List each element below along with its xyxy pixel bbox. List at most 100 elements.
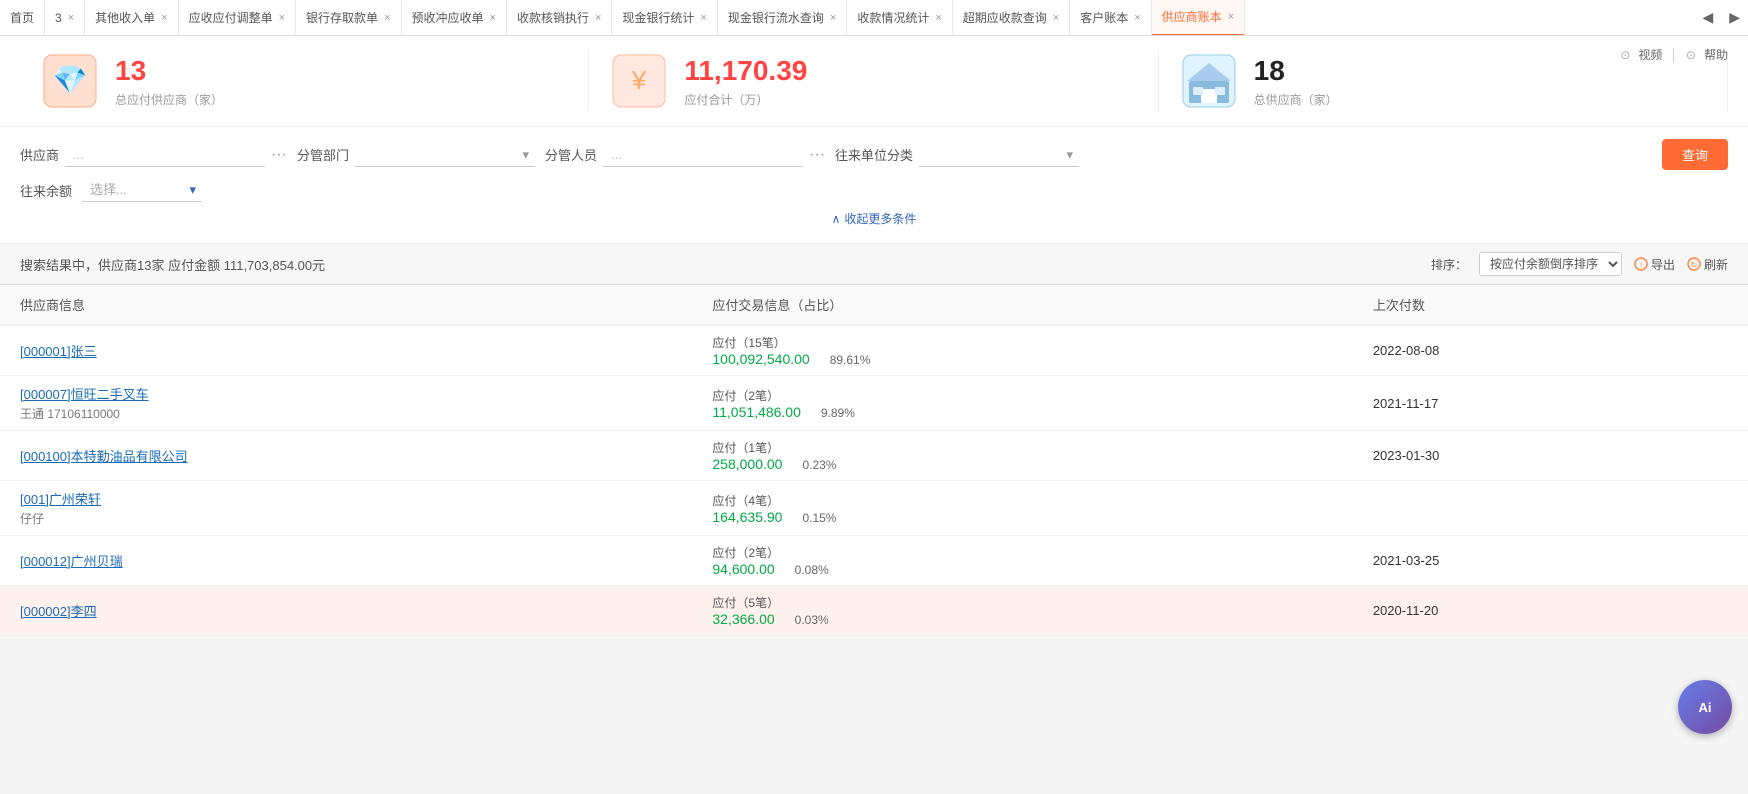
supplier-link[interactable]: [000012]广州贝瑞 — [20, 554, 123, 569]
close-icon[interactable]: × — [490, 12, 496, 24]
nav-tab-adjustment[interactable]: 应收应付调整单 × — [179, 0, 296, 36]
help-link[interactable]: 帮助 — [1704, 46, 1728, 63]
nav-next-arrow[interactable]: ▶ — [1721, 9, 1748, 26]
refresh-label: 刷新 — [1704, 256, 1728, 273]
nav-tab-collection[interactable]: 收款核销执行 × — [507, 0, 612, 36]
table-row: [000007]恒旺二手叉车王通 17106110000应付（2笔）11,051… — [0, 376, 1748, 431]
close-icon[interactable]: × — [1228, 11, 1234, 23]
close-icon[interactable]: × — [595, 12, 601, 24]
nav-tab-supplier-ledger[interactable]: 供应商账本 × — [1152, 0, 1245, 36]
supplier-dots-icon[interactable]: ··· — [271, 146, 287, 164]
svg-text:💎: 💎 — [53, 64, 88, 95]
nav-tab-customer-ledger[interactable]: 客户账本 × — [1070, 0, 1151, 36]
table-row: [000012]广州贝瑞应付（2笔）94,600.000.08%2021-03-… — [0, 536, 1748, 586]
supplier-cell: [000002]李四 — [0, 586, 692, 636]
nav-tab-bank[interactable]: 银行存取款单 × — [296, 0, 401, 36]
summary-content-total: 18 总供应商（家） — [1254, 55, 1338, 108]
supplier-input[interactable] — [65, 143, 265, 167]
txn-type-label: 应付 — [712, 336, 736, 350]
nav-tab-other-income[interactable]: 其他收入单 × — [85, 0, 178, 36]
supplier-link[interactable]: [001]广州荣轩 — [20, 492, 101, 507]
close-icon[interactable]: × — [1053, 12, 1059, 24]
top-right-links: ⊙ 视频 │ ⊙ 帮助 — [1620, 46, 1728, 63]
balance-select[interactable]: 选择... — [82, 178, 202, 202]
nav-tab-overdue[interactable]: 超期应收款查询 × — [953, 0, 1070, 36]
sort-select[interactable]: 按应付余额倒序排序 — [1479, 252, 1622, 276]
col-header-scroll — [1708, 285, 1748, 325]
supplier-link[interactable]: [000001]张三 — [20, 344, 97, 359]
category-filter: 往来单位分类 — [835, 143, 1079, 167]
txn-amount[interactable]: 11,051,486.00 — [712, 404, 801, 420]
supplier-filter: 供应商 ··· — [20, 143, 287, 167]
table-wrap: 供应商信息 应付交易信息（占比） 上次付数 [000001]张三应付（15笔）1… — [0, 285, 1748, 636]
category-filter-label: 往来单位分类 — [835, 145, 913, 164]
nav-tab-cashflow[interactable]: 现金银行流水查询 × — [718, 0, 847, 36]
close-icon[interactable]: × — [279, 12, 285, 24]
table-row: [000002]李四应付（5笔）32,366.000.03%2020-11-20 — [0, 586, 1748, 636]
nav-tab-cashbank-stat[interactable]: 现金银行统计 × — [612, 0, 717, 36]
nav-tab-prepay[interactable]: 预收冲应收单 × — [402, 0, 507, 36]
txn-cell: 应付（2笔）11,051,486.009.89% — [692, 376, 1352, 431]
person-dots-icon[interactable]: ··· — [809, 146, 825, 164]
nav-tab-home[interactable]: 首页 — [0, 0, 45, 36]
txn-amount[interactable]: 32,366.00 — [712, 611, 774, 627]
close-icon[interactable]: × — [1134, 12, 1140, 24]
close-icon[interactable]: × — [161, 12, 167, 24]
summary-bar: 💎 13 总应付供应商（家） ¥ 11,170.39 应付合计（万） — [0, 36, 1748, 127]
txn-amount[interactable]: 100,092,540.00 — [712, 351, 809, 367]
supplier-sub-info: 王通 17106110000 — [20, 405, 672, 422]
col-header-lastpay: 上次付数 — [1353, 285, 1708, 325]
txn-type-label: 应付 — [712, 389, 736, 403]
result-summary-text: 搜索结果中，供应商13家 应付金额 111,703,854.00元 — [20, 255, 325, 274]
txn-amount-row: 94,600.000.08% — [712, 561, 1332, 577]
person-input[interactable] — [603, 143, 803, 167]
txn-amount-row: 100,092,540.0089.61% — [712, 351, 1332, 367]
table-row: [000001]张三 应付（15笔）100,092,540.0089.61%202… — [0, 325, 1748, 376]
supplier-link[interactable]: [000002]李四 — [20, 604, 97, 619]
close-icon[interactable]: × — [384, 12, 390, 24]
txn-count: （2笔） — [736, 546, 779, 560]
close-icon[interactable]: × — [935, 12, 941, 24]
summary-content-payable: 11,170.39 应付合计（万） — [684, 55, 807, 108]
close-icon[interactable]: × — [700, 12, 706, 24]
export-button[interactable]: ↑ 导出 — [1634, 256, 1675, 273]
supplier-cell: [000001]张三 — [0, 325, 692, 376]
txn-pct: 9.89% — [821, 406, 855, 420]
txn-amount[interactable]: 258,000.00 — [712, 456, 782, 472]
dept-select[interactable] — [355, 143, 535, 167]
dept-filter-label: 分管部门 — [297, 145, 349, 164]
video-link[interactable]: 视频 — [1638, 46, 1662, 63]
txn-cell: 应付（4笔）164,635.900.15% — [692, 481, 1352, 536]
supplier-cell: [000012]广州贝瑞 — [0, 536, 692, 586]
last-pay-cell — [1353, 481, 1708, 536]
nav-prev-arrow[interactable]: ◀ — [1694, 9, 1721, 26]
collapse-button[interactable]: ∧ 收起更多条件 — [814, 210, 934, 227]
close-icon[interactable]: × — [68, 12, 74, 24]
sort-label: 排序： — [1431, 256, 1467, 273]
category-select-wrap — [919, 143, 1079, 167]
last-pay-cell: 2022-08-08 — [1353, 325, 1708, 376]
export-icon: ↑ — [1634, 257, 1648, 271]
supplier-link[interactable]: [000100]本特勤油品有限公司 — [20, 449, 188, 464]
summary-card-payable: ¥ 11,170.39 应付合计（万） — [589, 51, 1158, 111]
ai-button[interactable]: Ai — [1678, 680, 1732, 734]
query-button[interactable]: 查询 — [1662, 139, 1728, 170]
txn-cell: 应付（5笔）32,366.000.03% — [692, 586, 1352, 636]
scroll-cell — [1708, 431, 1748, 481]
nav-tab-collection-stat[interactable]: 收款情况统计 × — [847, 0, 952, 36]
txn-amount[interactable]: 164,635.90 — [712, 509, 782, 525]
supplier-link[interactable]: [000007]恒旺二手叉车 — [20, 387, 149, 402]
nav-tab-3[interactable]: 3 × — [45, 0, 85, 36]
txn-amount-row: 164,635.900.15% — [712, 509, 1332, 525]
filter-row-1: 供应商 ··· 分管部门 分管人员 ··· 往来单位分类 查询 — [20, 139, 1728, 170]
close-icon[interactable]: × — [830, 12, 836, 24]
txn-amount[interactable]: 94,600.00 — [712, 561, 774, 577]
ai-button-label: Ai — [1699, 700, 1712, 715]
payable-amount-label: 应付合计（万） — [684, 91, 807, 108]
txn-cell: 应付（15笔）100,092,540.0089.61% — [692, 325, 1352, 376]
refresh-button[interactable]: ↻ 刷新 — [1687, 256, 1728, 273]
total-supplier-count: 18 — [1254, 55, 1338, 87]
category-select[interactable] — [919, 143, 1079, 167]
svg-text:¥: ¥ — [631, 65, 647, 95]
balance-filter-label: 往来余额 — [20, 181, 72, 200]
